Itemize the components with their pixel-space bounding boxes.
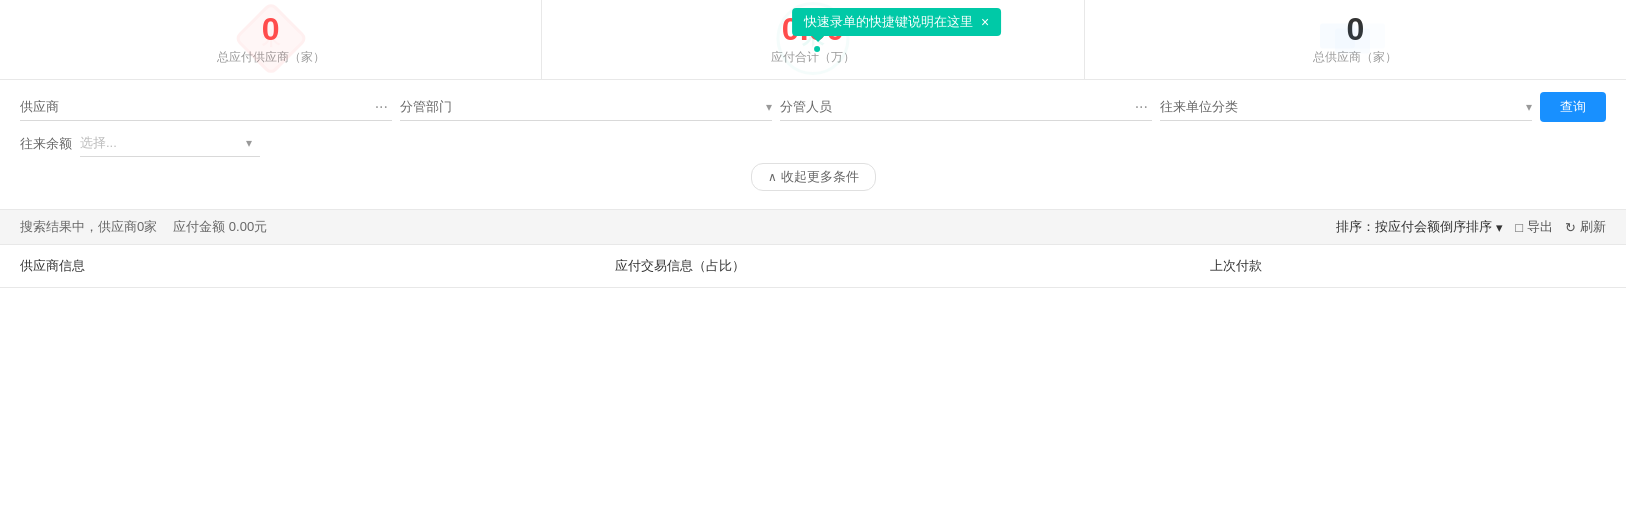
export-label: 导出 — [1527, 218, 1553, 236]
collapse-button[interactable]: ∧ 收起更多条件 — [751, 163, 876, 191]
supplier-dots[interactable]: ··· — [371, 98, 392, 116]
sort-select[interactable]: 排序：按应付会额倒序排序 ▾ — [1336, 218, 1503, 236]
filter-bar: 供应商 ··· 分管部门 ▾ 分管人员 ··· 往来单位分类 ▾ 查询 往来余额… — [0, 80, 1626, 210]
stat-total-suppliers-label: 总供应商（家） — [1313, 49, 1397, 66]
filter-row-1: 供应商 ··· 分管部门 ▾ 分管人员 ··· 往来单位分类 ▾ 查询 — [20, 92, 1606, 122]
refresh-button[interactable]: ↻ 刷新 — [1565, 218, 1606, 236]
results-right: 排序：按应付会额倒序排序 ▾ □ 导出 ↻ 刷新 — [1336, 218, 1606, 236]
unit-class-label: 往来单位分类 — [1160, 98, 1238, 116]
export-button[interactable]: □ 导出 — [1515, 218, 1553, 236]
refresh-icon: ↻ — [1565, 220, 1576, 235]
stat-payable-suppliers-label: 总应付供应商（家） — [217, 49, 325, 66]
manager-label: 分管人员 — [780, 98, 832, 116]
tooltip-bubble: 快速录单的快捷键说明在这里 × — [792, 8, 1001, 36]
results-left: 搜索结果中，供应商0家 应付金额 0.00元 — [20, 218, 267, 236]
tooltip-dot — [812, 44, 822, 54]
balance-label: 往来余额 — [20, 135, 72, 153]
stat-total-suppliers-number: 0 — [1346, 13, 1364, 45]
department-arrow: ▾ — [766, 100, 772, 114]
balance-select[interactable]: 选择... ▾ — [80, 130, 260, 157]
department-filter[interactable]: 分管部门 ▾ — [400, 94, 772, 121]
col-lastpay-header: 上次付款 — [1210, 257, 1607, 275]
stat-total-suppliers: 0 总供应商（家） — [1085, 0, 1626, 79]
col-supplier-header: 供应商信息 — [20, 257, 615, 275]
table-body — [0, 288, 1626, 515]
balance-placeholder: 选择... — [80, 134, 242, 152]
export-icon: □ — [1515, 220, 1523, 235]
collapse-icon: ∧ — [768, 170, 777, 184]
balance-arrow: ▾ — [246, 136, 252, 150]
department-label: 分管部门 — [400, 98, 452, 116]
tooltip-close-button[interactable]: × — [981, 15, 989, 29]
supplier-label: 供应商 — [20, 98, 59, 116]
stat-total-payable-suppliers: 米 0 总应付供应商（家） — [0, 0, 542, 79]
refresh-label: 刷新 — [1580, 218, 1606, 236]
supplier-filter[interactable]: 供应商 ··· — [20, 94, 392, 121]
stat-payable-total: 快速录单的快捷键说明在这里 × 米 0.00 应付合计（万） — [542, 0, 1084, 79]
manager-input[interactable] — [840, 99, 1131, 114]
collapse-label: 收起更多条件 — [781, 168, 859, 186]
tooltip-text: 快速录单的快捷键说明在这里 — [804, 13, 973, 31]
query-button[interactable]: 查询 — [1540, 92, 1606, 122]
stats-bar: 米 0 总应付供应商（家） 快速录单的快捷键说明在这里 × 米 0.00 应付合… — [0, 0, 1626, 80]
filter-row-2: 往来余额 选择... ▾ — [20, 130, 1606, 157]
manager-dots[interactable]: ··· — [1131, 98, 1152, 116]
supplier-count-label: 搜索结果中，供应商0家 — [20, 218, 157, 236]
results-bar: 搜索结果中，供应商0家 应付金额 0.00元 排序：按应付会额倒序排序 ▾ □ … — [0, 210, 1626, 245]
table-header: 供应商信息 应付交易信息（占比） 上次付款 — [0, 245, 1626, 288]
sort-label: 排序：按应付会额倒序排序 — [1336, 218, 1492, 236]
col-payable-header: 应付交易信息（占比） — [615, 257, 1210, 275]
stat-payable-suppliers-number: 0 — [262, 13, 280, 45]
supplier-input[interactable] — [67, 99, 371, 114]
unit-class-filter[interactable]: 往来单位分类 ▾ — [1160, 94, 1532, 121]
manager-filter[interactable]: 分管人员 ··· — [780, 94, 1152, 121]
amount-label: 应付金额 0.00元 — [173, 218, 267, 236]
unit-class-arrow: ▾ — [1526, 100, 1532, 114]
collapse-container: ∧ 收起更多条件 — [20, 157, 1606, 201]
sort-arrow: ▾ — [1496, 220, 1503, 235]
